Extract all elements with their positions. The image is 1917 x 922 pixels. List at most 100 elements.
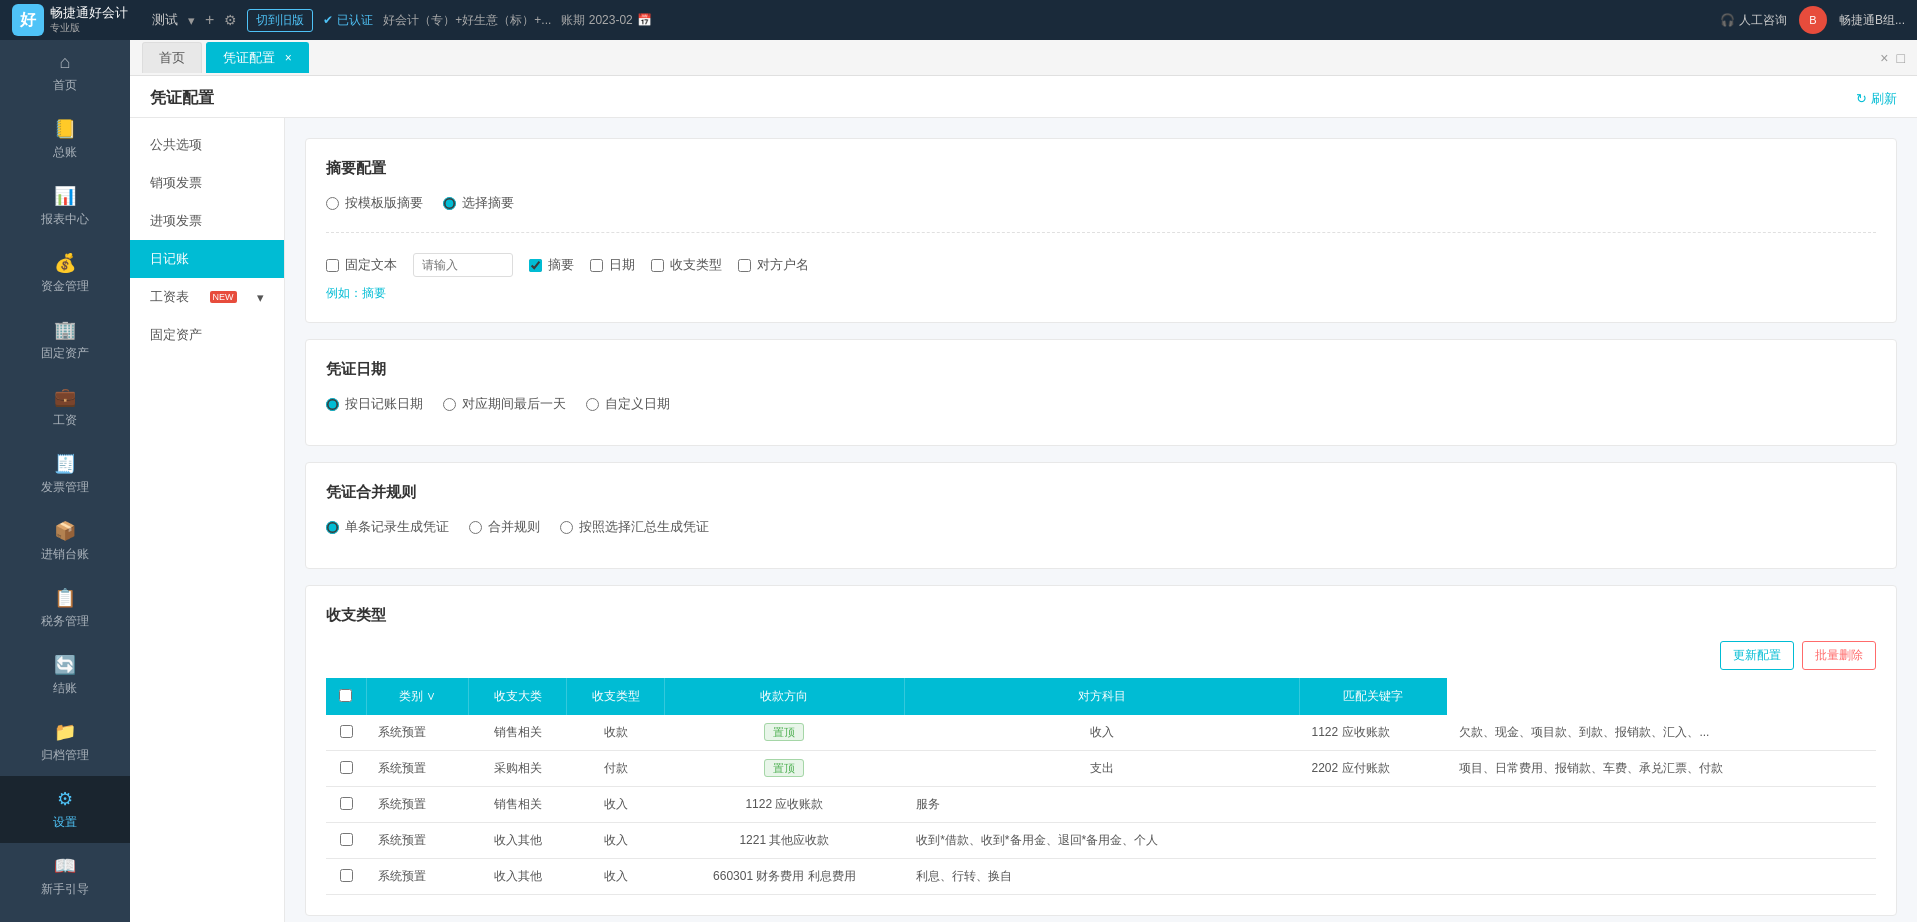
tab-actions: × □: [1880, 50, 1905, 66]
keywords-3: [1300, 787, 1448, 823]
user-name[interactable]: 畅捷通B组...: [1839, 12, 1905, 29]
sidebar-item-salary[interactable]: 💼 工资: [0, 374, 130, 441]
table-row: 系统预置 销售相关 收入 1122 应收账款 服务: [326, 787, 1876, 823]
sidebar-item-settle[interactable]: 🔄 结账: [0, 642, 130, 709]
col-big-type: 收支大类: [469, 678, 567, 715]
income-type-title: 收支类型: [326, 606, 1876, 625]
sidebar-item-archive[interactable]: 📁 归档管理: [0, 709, 130, 776]
sidebar-item-assets[interactable]: 🏢 固定资产: [0, 307, 130, 374]
sidebar-item-reports[interactable]: 📊 报表中心: [0, 173, 130, 240]
income-type-5: 收入: [567, 859, 665, 895]
menu-item-payroll[interactable]: 工资表 NEW ▾: [130, 278, 284, 316]
radio-summary-generate[interactable]: 按照选择汇总生成凭证: [560, 518, 709, 536]
example-text: 例如：摘要: [326, 285, 1876, 302]
big-type-5: 收入其他: [469, 859, 567, 895]
voucher-date-radio-group: 按日记账日期 对应期间最后一天 自定义日期: [326, 395, 1876, 413]
income-type-1: 收款: [567, 715, 665, 751]
menu-item-sales-invoice[interactable]: 销项发票: [130, 164, 284, 202]
income-type-section: 收支类型 更新配置 批量删除 类别: [305, 585, 1897, 916]
row-checkbox-1[interactable]: [340, 725, 353, 738]
col-income-type: 收支类型: [567, 678, 665, 715]
radio-single-record[interactable]: 单条记录生成凭证: [326, 518, 449, 536]
sidebar-item-member[interactable]: 👑 畅会员: [0, 910, 130, 922]
update-config-button[interactable]: 更新配置: [1720, 641, 1794, 670]
refresh-button[interactable]: ↻ 刷新: [1856, 90, 1897, 108]
category-1: 系统预置: [366, 715, 469, 751]
row-checkbox-2[interactable]: [340, 761, 353, 774]
tax-icon: 📋: [54, 587, 76, 609]
sidebar-item-invoice[interactable]: 🧾 发票管理: [0, 441, 130, 508]
top-badge-2[interactable]: 置顶: [764, 759, 804, 777]
tab-bar: 首页 凭证配置 × × □: [130, 40, 1917, 76]
tab-maximize-icon[interactable]: □: [1897, 50, 1905, 66]
table-row: 系统预置 收入其他 收入 1221 其他应收款 收到*借款、收到*备用金、退回*…: [326, 823, 1876, 859]
voucher-date-title: 凭证日期: [326, 360, 1876, 379]
category-2: 系统预置: [366, 751, 469, 787]
fixed-text-input[interactable]: [413, 253, 513, 277]
category-3: 系统预置: [366, 787, 469, 823]
radio-merge-rule[interactable]: 合并规则: [469, 518, 540, 536]
checkbox-fixed-text[interactable]: 固定文本: [326, 256, 397, 274]
summary-section-title: 摘要配置: [326, 159, 1876, 178]
archive-icon: 📁: [54, 721, 76, 743]
sidebar-item-guide[interactable]: 📖 新手引导: [0, 843, 130, 910]
radio-custom-date[interactable]: 自定义日期: [586, 395, 670, 413]
sidebar-item-purchase[interactable]: 📦 进销台账: [0, 508, 130, 575]
row-checkbox-3[interactable]: [340, 797, 353, 810]
content-area: 首页 凭证配置 × × □ 凭证配置 ↻ 刷新 公共选项: [130, 40, 1917, 922]
switch-version-button[interactable]: 切到旧版: [247, 9, 313, 32]
big-type-2: 采购相关: [469, 751, 567, 787]
sidebar-item-ledger[interactable]: 📒 总账: [0, 106, 130, 173]
service-button[interactable]: 🎧 人工咨询: [1720, 12, 1787, 29]
calendar-icon[interactable]: 📅: [637, 13, 652, 27]
funds-icon: 💰: [54, 252, 76, 274]
menu-item-purchase-invoice[interactable]: 进项发票: [130, 202, 284, 240]
checkbox-date[interactable]: 日期: [590, 256, 635, 274]
select-all-checkbox[interactable]: [339, 689, 352, 702]
logo: 好 畅捷通好会计 专业版: [12, 4, 142, 36]
company-name: 测试: [152, 11, 178, 29]
radio-select-summary[interactable]: 选择摘要: [443, 194, 514, 212]
sidebar-item-home[interactable]: ⌂ 首页: [0, 40, 130, 106]
avatar: B: [1799, 6, 1827, 34]
new-badge: NEW: [210, 291, 237, 303]
menu-item-public[interactable]: 公共选项: [130, 126, 284, 164]
sidebar: ⌂ 首页 📒 总账 📊 报表中心 💰 资金管理 🏢 固定资产 💼 工资 🧾 发票…: [0, 40, 130, 922]
direction-2: 支出: [904, 751, 1299, 787]
sidebar-item-settings[interactable]: ⚙ 设置: [0, 776, 130, 843]
top-badge-1[interactable]: 置顶: [764, 723, 804, 741]
settings-gear-icon[interactable]: ⚙: [224, 12, 237, 28]
checkbox-summary[interactable]: 摘要: [529, 256, 574, 274]
merge-rule-section: 凭证合并规则 单条记录生成凭证 合并规则 按照选择汇总生成凭证: [305, 462, 1897, 569]
radio-period-last-day[interactable]: 对应期间最后一天: [443, 395, 566, 413]
income-type-3: 收入: [567, 787, 665, 823]
category-4: 系统预置: [366, 823, 469, 859]
menu-item-journal[interactable]: 日记账: [130, 240, 284, 278]
cert-badge: ✔ 已认证: [323, 12, 373, 29]
account-3: 服务: [904, 787, 1299, 823]
sidebar-item-tax[interactable]: 📋 税务管理: [0, 575, 130, 642]
radio-template-summary[interactable]: 按模板版摘要: [326, 194, 423, 212]
right-panel: 摘要配置 按模板版摘要 选择摘要: [285, 118, 1917, 922]
row-checkbox-4[interactable]: [340, 833, 353, 846]
col-direction: 收款方向: [665, 678, 904, 715]
add-icon[interactable]: +: [205, 11, 214, 29]
tab-close-window-icon[interactable]: ×: [1880, 50, 1888, 66]
batch-delete-button[interactable]: 批量删除: [1802, 641, 1876, 670]
tab-close-icon[interactable]: ×: [285, 51, 292, 65]
tab-home[interactable]: 首页: [142, 42, 202, 73]
radio-journal-date[interactable]: 按日记账日期: [326, 395, 423, 413]
account-4: 收到*借款、收到*备用金、退回*备用金、个人: [904, 823, 1299, 859]
category-5: 系统预置: [366, 859, 469, 895]
sidebar-item-funds[interactable]: 💰 资金管理: [0, 240, 130, 307]
reports-icon: 📊: [54, 185, 76, 207]
company-dropdown-icon[interactable]: ▾: [188, 13, 195, 28]
table-row: 系统预置 销售相关 收款 置顶 收入 1122 应收账款 欠款、现金、项目款、到…: [326, 715, 1876, 751]
checkbox-type[interactable]: 收支类型: [651, 256, 722, 274]
account-5: 利息、行转、换自: [904, 859, 1299, 895]
row-checkbox-5[interactable]: [340, 869, 353, 882]
menu-item-fixed-assets[interactable]: 固定资产: [130, 316, 284, 354]
tab-voucher-config[interactable]: 凭证配置 ×: [206, 42, 309, 73]
direction-4: 1221 其他应收款: [665, 823, 904, 859]
checkbox-counterparty[interactable]: 对方户名: [738, 256, 809, 274]
